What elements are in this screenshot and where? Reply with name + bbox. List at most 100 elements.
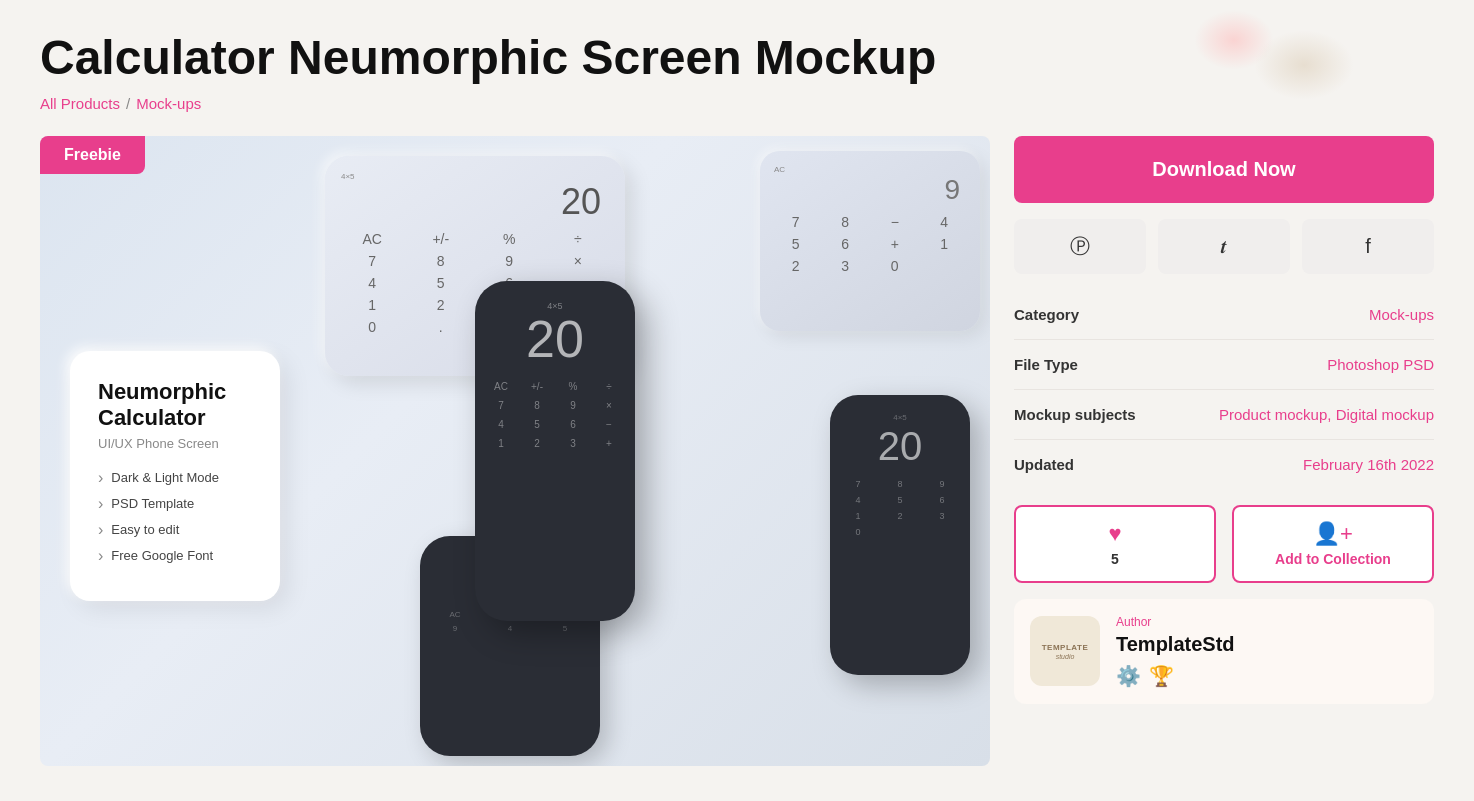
breadcrumb: All Products / Mock-ups: [40, 95, 1434, 112]
trophy-badge-icon: 🏆: [1149, 664, 1174, 688]
calc-grid-label-top: 4×5: [341, 172, 609, 181]
calc-info-subtitle: UI/UX Phone Screen: [98, 436, 252, 451]
phone-key: 7: [487, 400, 515, 411]
calc-key: 1: [341, 297, 404, 313]
phone-key: ×: [595, 400, 623, 411]
calc-key: 8: [824, 214, 868, 230]
phone-key: 2: [882, 511, 918, 521]
verified-badge-icon: ⚙️: [1116, 664, 1141, 688]
calc-feature-3: Easy to edit: [98, 521, 252, 539]
meta-row-subjects: Mockup subjects Product mockup, Digital …: [1014, 389, 1434, 439]
calc-key: 8: [410, 253, 473, 269]
updated-key: Updated: [1014, 439, 1203, 489]
phone-key: 6: [559, 419, 587, 430]
breadcrumb-category[interactable]: Mock-ups: [136, 95, 201, 112]
pinterest-button[interactable]: Ⓟ: [1014, 219, 1146, 274]
phone-key: 8: [523, 400, 551, 411]
facebook-icon: f: [1365, 235, 1371, 257]
calc-key: 7: [774, 214, 818, 230]
right-panel: Download Now Ⓟ 𝒕 f Category Mock-ups: [1014, 136, 1434, 704]
twitter-button[interactable]: 𝒕: [1158, 219, 1290, 274]
category-key: Category: [1014, 290, 1203, 340]
breadcrumb-all-products[interactable]: All Products: [40, 95, 120, 112]
calc-key: 7: [341, 253, 404, 269]
calc-key: +/-: [410, 231, 473, 247]
download-button[interactable]: Download Now: [1014, 136, 1434, 203]
phone-dark-right: 4×5 20 7 8 9 4 5 6 1 2 3 0: [830, 395, 970, 675]
meta-table: Category Mock-ups File Type Photoshop PS…: [1014, 290, 1434, 489]
calc-key: 2: [410, 297, 473, 313]
author-avatar: TEMPLATE studio: [1030, 616, 1100, 686]
phone-grid-right: 7 8 9 4 5 6 1 2 3 0: [840, 479, 960, 537]
meta-row-updated: Updated February 16th 2022: [1014, 439, 1434, 489]
calc-key: .: [410, 319, 473, 335]
phone-key: ÷: [595, 381, 623, 392]
add-to-collection-button[interactable]: 👤+ Add to Collection: [1232, 505, 1434, 583]
phone-label-right: 4×5: [893, 413, 907, 422]
page-wrapper: Calculator Neumorphic Screen Mockup All …: [0, 0, 1474, 801]
author-badges: ⚙️ 🏆: [1116, 664, 1235, 688]
filetype-value: Photoshop PSD: [1203, 339, 1434, 389]
calc-key: 0: [341, 319, 404, 335]
calc-info-title: Neumorphic Calculator: [98, 379, 252, 432]
calc-feature-2: PSD Template: [98, 495, 252, 513]
phone-dark-center: 4×5 20 AC +/- % ÷ 7 8 9 × 4 5 6 −: [475, 281, 635, 621]
calc-key: AC: [341, 231, 404, 247]
phone-key: 1: [840, 511, 876, 521]
content-area: Freebie 4×5 20 AC +/- % ÷ 7 8 9 × 4: [40, 136, 1434, 766]
subjects-key: Mockup subjects: [1014, 389, 1203, 439]
freebie-badge: Freebie: [40, 136, 145, 174]
phone-key: 0: [840, 527, 876, 537]
calc-key: −: [873, 214, 917, 230]
social-row: Ⓟ 𝒕 f: [1014, 219, 1434, 274]
like-button[interactable]: ♥ 5: [1014, 505, 1216, 583]
like-count: 5: [1111, 551, 1119, 567]
breadcrumb-separator: /: [126, 95, 130, 112]
calc-big-number-right: 9: [774, 174, 966, 206]
calc-key: 4: [923, 214, 967, 230]
calc-grid-label-right: AC: [774, 165, 966, 174]
facebook-button[interactable]: f: [1302, 219, 1434, 274]
calc-key: 5: [774, 236, 818, 252]
phone-key: AC: [487, 381, 515, 392]
avatar-text-studio: studio: [1056, 653, 1075, 660]
calc-white-right: AC 9 7 8 − 4 5 6 + 1 2 3 0: [760, 151, 980, 331]
avatar-text-template: TEMPLATE: [1042, 643, 1089, 653]
calc-key: 6: [824, 236, 868, 252]
calc-key: 5: [410, 275, 473, 291]
subjects-value: Product mockup, Digital mockup: [1203, 389, 1434, 439]
phone-key: 5: [523, 419, 551, 430]
phone-key: 4: [485, 624, 535, 633]
author-info: Author TemplateStd ⚙️ 🏆: [1116, 615, 1235, 688]
heart-icon: ♥: [1108, 521, 1121, 547]
twitter-icon: 𝒕: [1221, 235, 1227, 257]
collection-label: Add to Collection: [1275, 551, 1391, 567]
calc-key: 4: [341, 275, 404, 291]
phone-grid-center: AC +/- % ÷ 7 8 9 × 4 5 6 − 1 2 3: [487, 381, 623, 449]
phone-key: 3: [559, 438, 587, 449]
pinterest-icon: Ⓟ: [1070, 235, 1090, 257]
phone-key: 5: [882, 495, 918, 505]
calc-key: ×: [547, 253, 610, 269]
meta-row-filetype: File Type Photoshop PSD: [1014, 339, 1434, 389]
phone-key: 9: [924, 479, 960, 489]
category-value[interactable]: Mock-ups: [1203, 290, 1434, 340]
filetype-key: File Type: [1014, 339, 1203, 389]
phone-key: 3: [924, 511, 960, 521]
phone-key: AC: [430, 610, 480, 619]
phone-key: 9: [559, 400, 587, 411]
phone-key: 6: [924, 495, 960, 505]
phone-key: +: [595, 438, 623, 449]
add-collection-icon: 👤+: [1313, 521, 1353, 547]
phone-key: 1: [487, 438, 515, 449]
calc-key: ÷: [547, 231, 610, 247]
mockup-background: 4×5 20 AC +/- % ÷ 7 8 9 × 4 5 6 −: [40, 136, 990, 766]
calc-feature-1: Dark & Light Mode: [98, 469, 252, 487]
image-section: Freebie 4×5 20 AC +/- % ÷ 7 8 9 × 4: [40, 136, 990, 766]
page-title: Calculator Neumorphic Screen Mockup: [40, 32, 1434, 85]
calc-key: +: [873, 236, 917, 252]
author-name[interactable]: TemplateStd: [1116, 633, 1235, 656]
action-row: ♥ 5 👤+ Add to Collection: [1014, 505, 1434, 583]
calc-key: 3: [824, 258, 868, 274]
calc-key: 1: [923, 236, 967, 252]
